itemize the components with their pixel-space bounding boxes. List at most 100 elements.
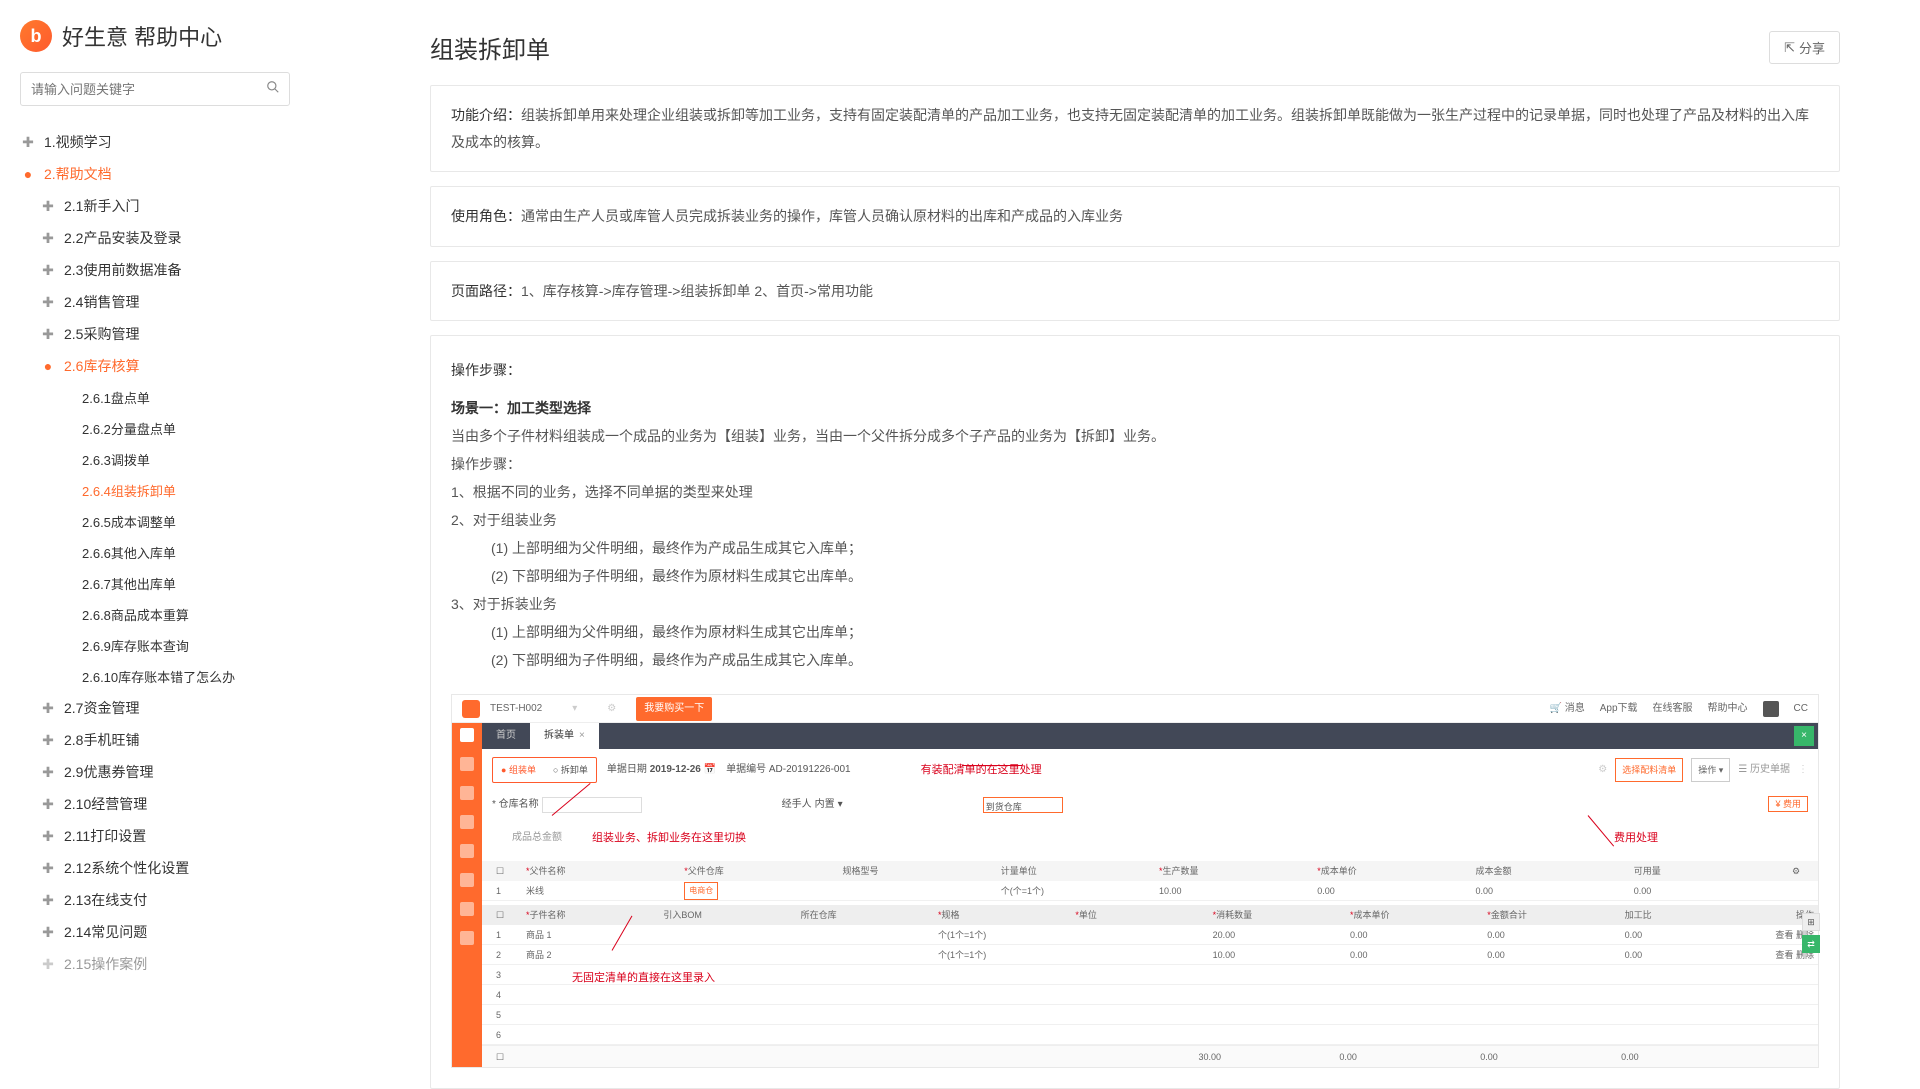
intro-card: 功能介绍：组装拆卸单用来处理企业组装或拆卸等加工业务，支持有固定装配清单的产品加… bbox=[430, 85, 1840, 172]
table-row: 2 商品 2 个(1个=1个) 10.00 0.00 0.00 0.00 bbox=[482, 945, 1818, 965]
nav-2-6-6[interactable]: 2.6.6其他入库单 bbox=[20, 537, 290, 568]
nav-2-15[interactable]: ✚2.15操作案例 bbox=[20, 948, 290, 980]
nav-2-8[interactable]: ✚2.8手机旺铺 bbox=[20, 724, 290, 756]
plus-icon: ✚ bbox=[40, 700, 56, 716]
nav-label: 2.8手机旺铺 bbox=[64, 730, 139, 750]
ss-main: 首页 拆装单× × ● 组装单 ○ 拆卸单 单据日期 2019-12-26 📅 … bbox=[482, 723, 1818, 1067]
nav-label: 2.11打印设置 bbox=[64, 826, 146, 846]
nav-label: 2.9优惠券管理 bbox=[64, 762, 153, 782]
minus-icon: ● bbox=[20, 166, 36, 182]
nav-label: 2.6库存核算 bbox=[64, 356, 139, 376]
nav-docs[interactable]: ●2.帮助文档 bbox=[20, 158, 290, 190]
ss-header-right: 🛒 消息 App下载 在线客服 帮助中心 CC bbox=[1550, 699, 1808, 719]
ss-row3: 成品总金额 组装业务、拆卸业务在这里切换 费用处理 bbox=[482, 823, 1818, 861]
red-annotation-1: 有装配清单的在这里处理 bbox=[921, 759, 1042, 781]
radio-assemble: ● 组装单 bbox=[495, 760, 542, 780]
share-button[interactable]: ⇱ 分享 bbox=[1769, 31, 1840, 64]
red-annotation-2: 组装业务、拆卸业务在这里切换 bbox=[592, 827, 746, 849]
ss-sidebar bbox=[452, 723, 482, 1067]
cart-icon: 🛒 消息 bbox=[1550, 699, 1585, 719]
path-label: 页面路径： bbox=[451, 283, 521, 299]
ss-toolbar-right: ⚙ 选择配料清单 操作 ▾ ☰ 历史单据 ⋮ bbox=[1598, 758, 1808, 782]
title-row: 组装拆卸单 ⇱ 分享 bbox=[430, 30, 1840, 65]
nav-2-6-5[interactable]: 2.6.5成本调整单 bbox=[20, 506, 290, 537]
step3: 3、对于拆装业务 bbox=[451, 590, 1819, 618]
nav-2-10[interactable]: ✚ 2.10经营管理 bbox=[20, 788, 290, 820]
nav-2-6-8[interactable]: 2.6.8商品成本重算 bbox=[20, 599, 290, 630]
nav-label: 2.6.7其他出库单 bbox=[82, 574, 176, 593]
menu-icon bbox=[460, 815, 474, 829]
step1: 1、根据不同的业务，选择不同单据的类型来处理 bbox=[451, 478, 1819, 506]
radio-disassemble: ○ 拆卸单 bbox=[547, 760, 594, 780]
ss-test: TEST-H002 bbox=[490, 699, 542, 719]
nav-label: 2.5采购管理 bbox=[64, 324, 139, 344]
nav-2-12[interactable]: ✚2.12系统个性化设置 bbox=[20, 852, 290, 884]
nav-2-5[interactable]: ✚2.5采购管理 bbox=[20, 318, 290, 350]
nav-2-6-3[interactable]: 2.6.3调拨单 bbox=[20, 444, 290, 475]
nav-2-2[interactable]: ✚2.2产品安装及登录 bbox=[20, 222, 290, 254]
table-header: ☐ *子件名称 引入BOM 所在仓库 *规格 *单位 *消耗数量 *成本单价 *… bbox=[482, 905, 1818, 925]
tool-icon: ⇄ bbox=[1802, 935, 1820, 953]
role-text: 通常由生产人员或库管人员完成拆装业务的操作，库管人员确认原材料的出库和产成品的入… bbox=[521, 208, 1123, 224]
search-icon[interactable] bbox=[266, 80, 280, 97]
nav-2-6-10[interactable]: 2.6.10库存账本错了怎么办 bbox=[20, 661, 290, 692]
nav-2-9[interactable]: ✚2.9优惠券管理 bbox=[20, 756, 290, 788]
minus-icon: ● bbox=[40, 358, 56, 374]
nav-label: 2.6.4组装拆卸单 bbox=[82, 481, 176, 500]
step3-1: (1) 上部明细为父件明细，最终作为原材料生成其它出库单； bbox=[451, 618, 1819, 646]
nav-2-3[interactable]: ✚2.3使用前数据准备 bbox=[20, 254, 290, 286]
nav-label: 2.4销售管理 bbox=[64, 292, 139, 312]
dropdown-icon: ▾ bbox=[572, 699, 577, 719]
nav-label: 2.6.8商品成本重算 bbox=[82, 605, 189, 624]
nav-tree: ✚1.视频学习 ●2.帮助文档 ✚2.1新手入门 ✚2.2产品安装及登录 ✚2.… bbox=[20, 126, 290, 980]
nav-label: 2.6.2分量盘点单 bbox=[82, 419, 176, 438]
table-row: 1 米线 电商仓 个(个=1个) 10.00 0.00 0.00 0.00 bbox=[482, 881, 1818, 901]
intro-label: 功能介绍： bbox=[451, 107, 521, 123]
username: CC bbox=[1794, 699, 1808, 719]
red-annotation-3: 费用处理 bbox=[1614, 827, 1658, 849]
nav-2-6-9[interactable]: 2.6.9库存账本查询 bbox=[20, 630, 290, 661]
plus-icon: ✚ bbox=[40, 796, 56, 812]
plus-icon: ✚ bbox=[40, 230, 56, 246]
ss-date: 单据日期 2019-12-26 📅 bbox=[607, 760, 716, 780]
more-icon: ⋮ bbox=[1798, 760, 1808, 780]
nav-2-13[interactable]: ✚2.13在线支付 bbox=[20, 884, 290, 916]
plus-icon: ✚ bbox=[40, 198, 56, 214]
nav-2-4[interactable]: ✚2.4销售管理 bbox=[20, 286, 290, 318]
nav-2-7[interactable]: ✚2.7资金管理 bbox=[20, 692, 290, 724]
search-box bbox=[20, 72, 290, 106]
nav-2-14[interactable]: ✚2.14常见问题 bbox=[20, 916, 290, 948]
online-link: 在线客服 bbox=[1653, 699, 1693, 719]
nav-2-6-1[interactable]: 2.6.1盘点单 bbox=[20, 382, 290, 413]
operate-button: 操作 ▾ bbox=[1691, 758, 1730, 782]
table-row: 3 无固定清单的直接在这里录入 bbox=[482, 965, 1818, 985]
nav-label: 2.10经营管理 bbox=[64, 794, 147, 814]
nav-2-6-7[interactable]: 2.6.7其他出库单 bbox=[20, 568, 290, 599]
content-card: 操作步骤： 场景一：加工类型选择 当由多个子件材料组装成一个成品的业务为【组装】… bbox=[430, 335, 1840, 1089]
share-icon: ⇱ bbox=[1784, 40, 1795, 56]
logo-icon: b bbox=[20, 20, 52, 52]
ss-tab-home: 首页 bbox=[482, 723, 530, 749]
nav-2-11[interactable]: ✚ 2.11打印设置 bbox=[20, 820, 290, 852]
embedded-screenshot: TEST-H002 ▾ ⚙ 我要购买一下 🛒 消息 App下载 在线客服 帮助中… bbox=[451, 694, 1819, 1068]
plus-icon: ✚ bbox=[40, 860, 56, 876]
nav-2-6-4[interactable]: 2.6.4组装拆卸单 bbox=[20, 475, 290, 506]
nav-2-6[interactable]: ● 2.6库存核算 bbox=[20, 350, 290, 382]
ss-toolbar: ● 组装单 ○ 拆卸单 单据日期 2019-12-26 📅 单据编号 AD-20… bbox=[482, 749, 1818, 791]
role-card: 使用角色：通常由生产人员或库管人员完成拆装业务的操作，库管人员确认原材料的出库和… bbox=[430, 186, 1840, 247]
table-row: 1 商品 1 个(1个=1个) 20.00 0.00 0.00 0.00 bbox=[482, 925, 1818, 945]
nav-label: 2.6.5成本调整单 bbox=[82, 512, 176, 531]
red-annotation-4: 无固定清单的直接在这里录入 bbox=[572, 967, 715, 989]
search-input[interactable] bbox=[20, 72, 290, 106]
nav-2-6-2[interactable]: 2.6.2分量盘点单 bbox=[20, 413, 290, 444]
nav-label: 2.6.3调拨单 bbox=[82, 450, 150, 469]
plus-icon: ✚ bbox=[40, 828, 56, 844]
logo-row: b 好生意 帮助中心 bbox=[20, 20, 290, 52]
nav-label: 2.14常见问题 bbox=[64, 922, 147, 942]
nav-2-1[interactable]: ✚2.1新手入门 bbox=[20, 190, 290, 222]
nav-video[interactable]: ✚1.视频学习 bbox=[20, 126, 290, 158]
ss-try-button: 我要购买一下 bbox=[636, 697, 712, 721]
table-header: ☐ *父件名称 *父件仓库 规格型号 计量单位 *生产数量 *成本单价 成本金额… bbox=[482, 861, 1818, 881]
share-label: 分享 bbox=[1799, 38, 1825, 57]
menu-icon bbox=[460, 902, 474, 916]
